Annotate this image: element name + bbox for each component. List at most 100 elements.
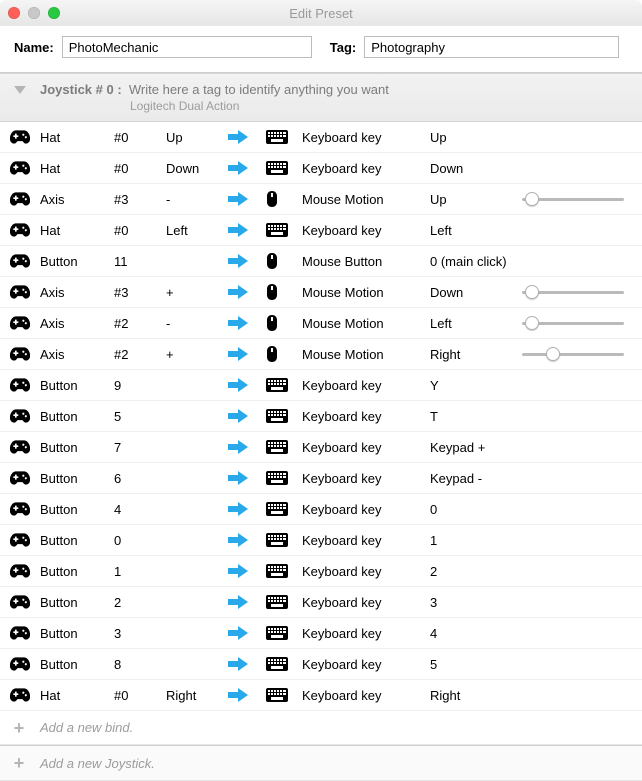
output-value: 0 (430, 502, 522, 517)
output-value: Y (430, 378, 522, 393)
add-joystick-label: Add a new Joystick. (40, 756, 155, 771)
joystick-device-name: Logitech Dual Action (40, 99, 389, 113)
input-number: #0 (114, 130, 166, 145)
output-action: Mouse Motion (302, 192, 430, 207)
output-value: 2 (430, 564, 522, 579)
binding-row[interactable]: Button6Keyboard keyKeypad - (0, 463, 642, 494)
gamepad-icon (10, 409, 40, 423)
keyboard-icon (266, 533, 302, 547)
input-type: Hat (40, 688, 114, 703)
gamepad-icon (10, 502, 40, 516)
add-joystick-row[interactable]: + Add a new Joystick. (0, 745, 642, 781)
input-type: Hat (40, 130, 114, 145)
joystick-id: Joystick # 0 : (40, 82, 122, 97)
gamepad-icon (10, 626, 40, 640)
maps-to-arrow-icon (228, 222, 266, 238)
plus-icon: + (10, 754, 28, 772)
gamepad-icon (10, 378, 40, 392)
output-value: Down (430, 285, 522, 300)
binding-row[interactable]: Button2Keyboard key3 (0, 587, 642, 618)
binding-row[interactable]: Button0Keyboard key1 (0, 525, 642, 556)
input-number: #0 (114, 688, 166, 703)
maps-to-arrow-icon (228, 563, 266, 579)
binding-row[interactable]: Hat#0DownKeyboard keyDown (0, 153, 642, 184)
input-number: #0 (114, 161, 166, 176)
gamepad-icon (10, 688, 40, 702)
input-direction: + (166, 285, 228, 300)
sensitivity-slider[interactable] (522, 347, 624, 361)
gamepad-icon (10, 254, 40, 268)
binding-row[interactable]: Axis#3-Mouse MotionUp (0, 184, 642, 215)
tag-input[interactable] (364, 36, 619, 58)
gamepad-icon (10, 223, 40, 237)
output-value: Right (430, 347, 522, 362)
keyboard-icon (266, 657, 302, 671)
input-type: Button (40, 471, 114, 486)
chevron-down-icon[interactable] (14, 86, 26, 94)
sensitivity-slider[interactable] (522, 316, 624, 330)
keyboard-icon (266, 502, 302, 516)
add-bind-label: Add a new bind. (40, 720, 133, 735)
gamepad-icon (10, 595, 40, 609)
output-action: Mouse Motion (302, 347, 430, 362)
input-type: Button (40, 254, 114, 269)
joystick-header[interactable]: Joystick # 0 : Write here a tag to ident… (0, 73, 642, 122)
maps-to-arrow-icon (228, 315, 266, 331)
output-action: Mouse Motion (302, 285, 430, 300)
gamepad-icon (10, 316, 40, 330)
input-number: #2 (114, 347, 166, 362)
input-number: 4 (114, 502, 166, 517)
name-input[interactable] (62, 36, 312, 58)
input-number: 2 (114, 595, 166, 610)
plus-icon: + (10, 719, 28, 737)
binding-row[interactable]: Button11Mouse Button0 (main click) (0, 246, 642, 277)
binding-row[interactable]: Hat#0RightKeyboard keyRight (0, 680, 642, 711)
input-number: 9 (114, 378, 166, 393)
joystick-tag-prompt[interactable]: Write here a tag to identify anything yo… (129, 82, 389, 97)
binding-row[interactable]: Axis#3+Mouse MotionDown (0, 277, 642, 308)
keyboard-icon (266, 595, 302, 609)
input-number: 3 (114, 626, 166, 641)
keyboard-icon (266, 440, 302, 454)
input-number: #2 (114, 316, 166, 331)
input-number: 8 (114, 657, 166, 672)
binding-row[interactable]: Button4Keyboard key0 (0, 494, 642, 525)
output-value: Keypad - (430, 471, 522, 486)
gamepad-icon (10, 471, 40, 485)
input-type: Axis (40, 285, 114, 300)
maps-to-arrow-icon (228, 160, 266, 176)
input-direction: Up (166, 130, 228, 145)
bindings-table: Hat#0UpKeyboard keyUpHat#0DownKeyboard k… (0, 122, 642, 711)
binding-row[interactable]: Axis#2+Mouse MotionRight (0, 339, 642, 370)
window-zoom-button[interactable] (48, 7, 60, 19)
output-value: Up (430, 192, 522, 207)
binding-row[interactable]: Button1Keyboard key2 (0, 556, 642, 587)
binding-row[interactable]: Axis#2-Mouse MotionLeft (0, 308, 642, 339)
binding-row[interactable]: Button9Keyboard keyY (0, 370, 642, 401)
gamepad-icon (10, 533, 40, 547)
preset-form: Name: Tag: (0, 26, 642, 72)
output-action: Keyboard key (302, 533, 430, 548)
binding-row[interactable]: Hat#0LeftKeyboard keyLeft (0, 215, 642, 246)
maps-to-arrow-icon (228, 284, 266, 300)
binding-row[interactable]: Button7Keyboard keyKeypad + (0, 432, 642, 463)
output-action: Keyboard key (302, 223, 430, 238)
binding-row[interactable]: Button3Keyboard key4 (0, 618, 642, 649)
maps-to-arrow-icon (228, 439, 266, 455)
output-value: Up (430, 130, 522, 145)
input-type: Hat (40, 161, 114, 176)
sensitivity-slider[interactable] (522, 192, 624, 206)
input-type: Axis (40, 347, 114, 362)
sensitivity-slider[interactable] (522, 285, 624, 299)
window-close-button[interactable] (8, 7, 20, 19)
add-bind-row[interactable]: + Add a new bind. (0, 711, 642, 745)
window-minimize-button[interactable] (28, 7, 40, 19)
binding-row[interactable]: Button5Keyboard keyT (0, 401, 642, 432)
maps-to-arrow-icon (228, 687, 266, 703)
binding-row[interactable]: Button8Keyboard key5 (0, 649, 642, 680)
input-number: 0 (114, 533, 166, 548)
joystick-header-text: Joystick # 0 : Write here a tag to ident… (40, 82, 389, 113)
input-number: 6 (114, 471, 166, 486)
binding-row[interactable]: Hat#0UpKeyboard keyUp (0, 122, 642, 153)
output-action: Keyboard key (302, 657, 430, 672)
